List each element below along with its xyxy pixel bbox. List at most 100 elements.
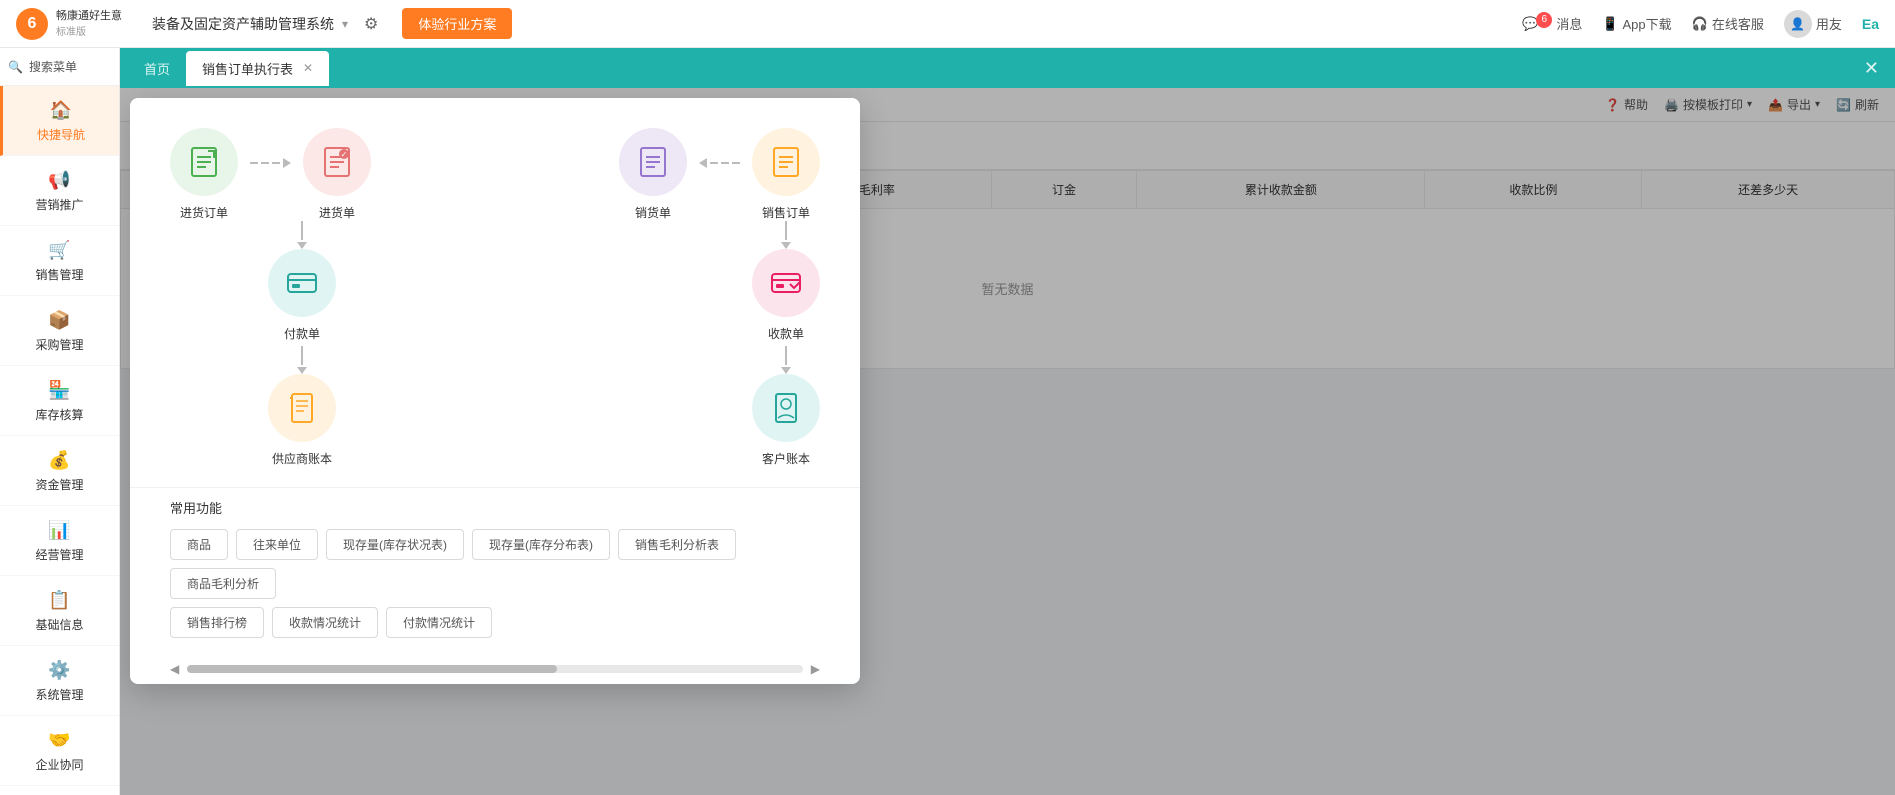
scroll-right-icon[interactable]: ▶ — [811, 662, 820, 676]
logo-text: 畅康通好生意 — [56, 9, 122, 23]
sales-order-icon — [768, 144, 804, 180]
func-buttons-row2: 销售排行榜 收款情况统计 付款情况统计 — [170, 607, 820, 638]
supplier-ledger-circle — [268, 374, 336, 442]
sales-order-flow-label: 销售订单 — [762, 204, 810, 221]
arrow-right-1 — [238, 158, 303, 168]
sales-slip-label: 销货单 — [635, 204, 671, 221]
purchase-order-node[interactable]: 进货订单 — [170, 128, 238, 221]
sidebar-search[interactable]: 🔍 搜索菜单 — [0, 48, 119, 86]
tab-sales-order[interactable]: 销售订单执行表 ✕ — [186, 51, 329, 86]
dropdown-arrow-icon[interactable]: ▾ — [342, 17, 348, 31]
modal-overlay[interactable]: 进货订单 — [120, 88, 1895, 795]
sales-slip-circle — [619, 128, 687, 196]
sidebar-item-label-system: 系统管理 — [35, 686, 83, 703]
supplier-ledger-icon — [284, 390, 320, 426]
sidebar-item-finance[interactable]: 💰 资金管理 — [0, 436, 119, 506]
tab-sales-order-label: 销售订单执行表 — [202, 59, 293, 78]
customer-ledger-node[interactable]: 客户账本 — [752, 374, 820, 467]
arrow-left-1 — [687, 158, 752, 168]
content-area: 首页 销售订单执行表 ✕ ✕ ❓ 帮助 🖨️ 按模板打印 ▾ — [120, 48, 1895, 795]
down-arrow-customer — [781, 346, 791, 374]
func-btn-product-margin[interactable]: 商品毛利分析 — [170, 568, 276, 599]
system-icon: ⚙️ — [48, 658, 72, 682]
basic-icon: 📋 — [48, 588, 72, 612]
purchase-order-label: 进货订单 — [180, 204, 228, 221]
scroll-left-icon[interactable]: ◀ — [170, 662, 179, 676]
main-layout: 🔍 搜索菜单 🏠 快捷导航 📢 营销推广 🛒 销售管理 📦 采购管理 🏪 库存核… — [0, 48, 1895, 795]
purchase-slip-icon: ✓ — [319, 144, 355, 180]
purchase-slip-node[interactable]: ✓ 进货单 — [303, 128, 371, 221]
top-header: 6 畅康通好生意 标准版 装备及固定资产辅助管理系统 ▾ ⚙ 体验行业方案 💬 … — [0, 0, 1895, 48]
sales-slip-icon — [635, 144, 671, 180]
receipt-col: 收款单 — [752, 221, 820, 467]
func-btn-stock-dist[interactable]: 现存量(库存分布表) — [472, 529, 610, 560]
customer-ledger-icon — [768, 390, 804, 426]
tab-home[interactable]: 首页 — [128, 51, 186, 86]
sales-order-flow-node[interactable]: 销售订单 — [752, 128, 820, 221]
func-btn-stock-status[interactable]: 现存量(库存状况表) — [326, 529, 464, 560]
purchase-order-icon — [186, 144, 222, 180]
user-label: 用友 — [1816, 14, 1842, 33]
svg-text:✓: ✓ — [341, 150, 348, 159]
sidebar-item-operations[interactable]: 📊 经营管理 — [0, 506, 119, 576]
sidebar-item-label-sales: 销售管理 — [35, 266, 83, 283]
header-right: 💬 6 消息 📱 App下载 🎧 在线客服 👤 用友 Ea — [1522, 10, 1879, 38]
func-btn-product[interactable]: 商品 — [170, 529, 228, 560]
receipt-node[interactable]: 收款单 — [752, 249, 820, 342]
func-btn-payment-stats[interactable]: 付款情况统计 — [386, 607, 492, 638]
message-label: 消息 — [1556, 14, 1582, 33]
common-functions-title: 常用功能 — [170, 498, 820, 517]
sidebar-item-marketing[interactable]: 📢 营销推广 — [0, 156, 119, 226]
func-btn-sales-margin[interactable]: 销售毛利分析表 — [618, 529, 736, 560]
search-label: 搜索菜单 — [29, 58, 77, 75]
purchase-slip-label: 进货单 — [319, 204, 355, 221]
user-area[interactable]: 👤 用友 — [1784, 10, 1842, 38]
inventory-icon: 🏪 — [48, 378, 72, 402]
sidebar-item-sales[interactable]: 🛒 销售管理 — [0, 226, 119, 296]
flow-row-1: 进货订单 — [170, 128, 820, 221]
sidebar-item-inventory[interactable]: 🏪 库存核算 — [0, 366, 119, 436]
experience-btn[interactable]: 体验行业方案 — [402, 8, 512, 39]
flow-row-2-wrapper: 付款单 — [170, 221, 820, 467]
func-buttons: 商品 往来单位 现存量(库存状况表) 现存量(库存分布表) 销售毛利分析表 商品… — [170, 529, 820, 599]
supplier-ledger-node[interactable]: 供应商账本 — [268, 374, 336, 467]
payment-node[interactable]: 付款单 — [268, 249, 336, 342]
sales-slip-node[interactable]: 销货单 — [619, 128, 687, 221]
customer-ledger-circle — [752, 374, 820, 442]
tab-bar-close-btn[interactable]: ✕ — [1856, 54, 1887, 83]
ea-label: Ea — [1862, 16, 1879, 32]
system-title: 装备及固定资产辅助管理系统 — [152, 14, 334, 34]
marketing-icon: 📢 — [48, 168, 72, 192]
message-btn[interactable]: 💬 6 消息 — [1522, 14, 1582, 33]
sidebar: 🔍 搜索菜单 🏠 快捷导航 📢 营销推广 🛒 销售管理 📦 采购管理 🏪 库存核… — [0, 48, 120, 795]
down-arrow-supplier — [297, 346, 307, 374]
logo-area: 6 畅康通好生意 标准版 — [16, 8, 136, 40]
tab-close-icon[interactable]: ✕ — [303, 61, 313, 75]
system-title-area: 装备及固定资产辅助管理系统 ▾ ⚙ 体验行业方案 — [152, 8, 1522, 39]
sidebar-item-label-quick: 快捷导航 — [37, 126, 85, 143]
supplier-ledger-label: 供应商账本 — [272, 450, 332, 467]
sidebar-item-purchase[interactable]: 📦 采购管理 — [0, 296, 119, 366]
sidebar-item-newbie[interactable]: 🔰 新手引导 — [0, 786, 119, 795]
down-arrow-payment — [297, 221, 307, 249]
sidebar-item-quick[interactable]: 🏠 快捷导航 — [0, 86, 119, 156]
func-btn-partner[interactable]: 往来单位 — [236, 529, 318, 560]
settings-icon[interactable]: ⚙ — [364, 14, 378, 34]
common-functions: 常用功能 商品 往来单位 现存量(库存状况表) 现存量(库存分布表) 销售毛利分… — [130, 487, 860, 658]
logo-icon: 6 — [16, 8, 48, 40]
message-badge: 6 — [1536, 12, 1552, 28]
payment-col: 付款单 — [268, 221, 336, 467]
tab-home-label: 首页 — [144, 59, 170, 78]
modal-scrollbar: ◀ ▶ — [130, 658, 860, 684]
sidebar-item-label-marketing: 营销推广 — [35, 196, 83, 213]
sidebar-item-system[interactable]: ⚙️ 系统管理 — [0, 646, 119, 716]
online-service-btn[interactable]: 🎧 在线客服 — [1692, 14, 1764, 33]
app-download-btn[interactable]: 📱 App下载 — [1602, 14, 1671, 33]
purchase-order-circle — [170, 128, 238, 196]
sidebar-item-enterprise[interactable]: 🤝 企业协同 — [0, 716, 119, 786]
scrollbar-track[interactable] — [187, 665, 803, 673]
sidebar-item-basic[interactable]: 📋 基础信息 — [0, 576, 119, 646]
func-btn-sales-rank[interactable]: 销售排行榜 — [170, 607, 264, 638]
service-label: 在线客服 — [1712, 14, 1764, 33]
func-btn-receipt-stats[interactable]: 收款情况统计 — [272, 607, 378, 638]
